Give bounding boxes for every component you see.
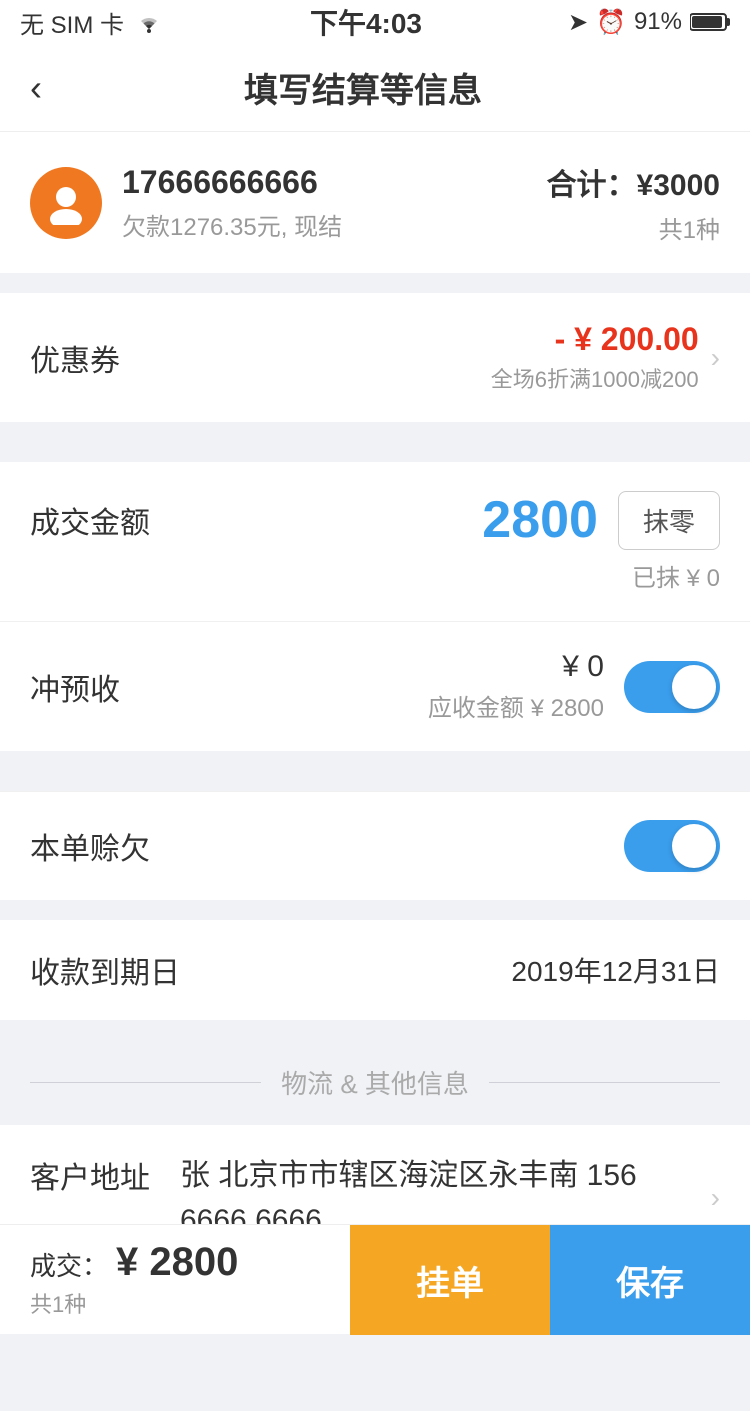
prepayment-row: 冲预收 ¥ 0 应收金额 ¥ 2800	[0, 621, 750, 751]
page-title: 填写结算等信息	[62, 63, 664, 112]
coupon-section[interactable]: 优惠券 - ¥ 200.00 全场6折满1000减200 ›	[0, 293, 750, 422]
total-amount: 合计：¥3000	[547, 160, 720, 204]
divider-line-right	[489, 1082, 720, 1083]
battery-label: 91%	[634, 8, 682, 36]
coupon-amount: - ¥ 200.00	[491, 321, 699, 358]
credit-label: 本单赊欠	[30, 824, 150, 868]
transaction-label: 成交金额	[30, 498, 150, 542]
alarm-icon: ⏰	[596, 8, 626, 37]
bottom-deal-label: 成交：	[30, 1246, 108, 1283]
divider-1	[0, 442, 750, 462]
customer-row: 17666666666 欠款1276.35元, 现结 合计：¥3000 共1种	[0, 132, 750, 273]
credit-row: 本单赊欠	[0, 791, 750, 900]
address-label: 客户地址	[30, 1153, 150, 1197]
back-button[interactable]: ‹	[30, 67, 62, 109]
user-icon	[44, 181, 88, 225]
customer-info: 17666666666 欠款1276.35元, 现结	[122, 164, 547, 242]
customer-card: 17666666666 欠款1276.35元, 现结 合计：¥3000 共1种	[0, 132, 750, 273]
wifi-icon	[134, 11, 164, 33]
transaction-section: 成交金额 2800 抹零 已抹 ¥ 0	[0, 462, 750, 621]
sim-label: 无 SIM 卡	[20, 5, 124, 40]
coupon-value-wrap: - ¥ 200.00 全场6折满1000减200	[491, 321, 699, 394]
divider-text: 物流 & 其他信息	[261, 1064, 489, 1101]
total-count: 共1种	[547, 210, 720, 245]
logistics-divider: 物流 & 其他信息	[0, 1040, 750, 1125]
credit-toggle-knob	[672, 824, 716, 868]
hang-button[interactable]: 挂单	[350, 1225, 550, 1335]
nav-bar: ‹ 填写结算等信息	[0, 44, 750, 132]
bottom-bar: 成交： ¥ 2800 共1种 挂单 保存	[0, 1224, 750, 1334]
location-icon: ➤	[568, 8, 588, 37]
divider-line-left	[30, 1082, 261, 1083]
due-date-value: 2019年12月31日	[511, 950, 720, 990]
prepayment-toggle[interactable]	[624, 661, 720, 713]
due-date-row: 收款到期日 2019年12月31日	[0, 920, 750, 1020]
coupon-label: 优惠券	[30, 336, 120, 380]
coupon-desc: 全场6折满1000减200	[491, 362, 699, 394]
avatar	[30, 167, 102, 239]
prepayment-right: ¥ 0 应收金额 ¥ 2800	[428, 650, 604, 723]
due-date-card: 收款到期日 2019年12月31日	[0, 920, 750, 1020]
transaction-amount[interactable]: 2800	[482, 490, 598, 550]
customer-total: 合计：¥3000 共1种	[547, 160, 720, 245]
prepayment-label: 冲预收	[30, 665, 120, 709]
due-date-label: 收款到期日	[30, 948, 180, 992]
status-right: ➤ ⏰ 91%	[568, 8, 730, 37]
status-time: 下午4:03	[310, 2, 422, 42]
save-button[interactable]: 保存	[550, 1225, 750, 1335]
status-left: 无 SIM 卡	[20, 5, 164, 40]
transaction-sub: 已抹 ¥ 0	[30, 558, 720, 593]
toggle-knob	[672, 665, 716, 709]
customer-debt: 欠款1276.35元, 现结	[122, 207, 547, 242]
prepayment-sub: 应收金额 ¥ 2800	[428, 688, 604, 723]
bottom-count: 共1种	[30, 1287, 320, 1319]
customer-phone: 17666666666	[122, 164, 547, 201]
address-arrow-icon: ›	[711, 1182, 720, 1214]
divider-2	[0, 771, 750, 791]
credit-card: 本单赊欠	[0, 791, 750, 900]
bottom-info: 成交： ¥ 2800 共1种	[0, 1225, 350, 1334]
status-bar: 无 SIM 卡 下午4:03 ➤ ⏰ 91%	[0, 0, 750, 44]
coupon-card: 优惠券 - ¥ 200.00 全场6折满1000减200 ›	[0, 293, 750, 422]
battery-icon	[690, 12, 730, 32]
bottom-amount: ¥ 2800	[116, 1240, 238, 1285]
transaction-row: 成交金额 2800 抹零	[30, 490, 720, 550]
round-button[interactable]: 抹零	[618, 491, 720, 550]
content: 17666666666 欠款1276.35元, 现结 合计：¥3000 共1种 …	[0, 132, 750, 1411]
prepayment-value: ¥ 0	[428, 650, 604, 684]
credit-toggle[interactable]	[624, 820, 720, 872]
transaction-card: 成交金额 2800 抹零 已抹 ¥ 0 冲预收 ¥ 0 应收金额 ¥ 2800	[0, 462, 750, 751]
coupon-arrow-icon: ›	[711, 342, 720, 374]
